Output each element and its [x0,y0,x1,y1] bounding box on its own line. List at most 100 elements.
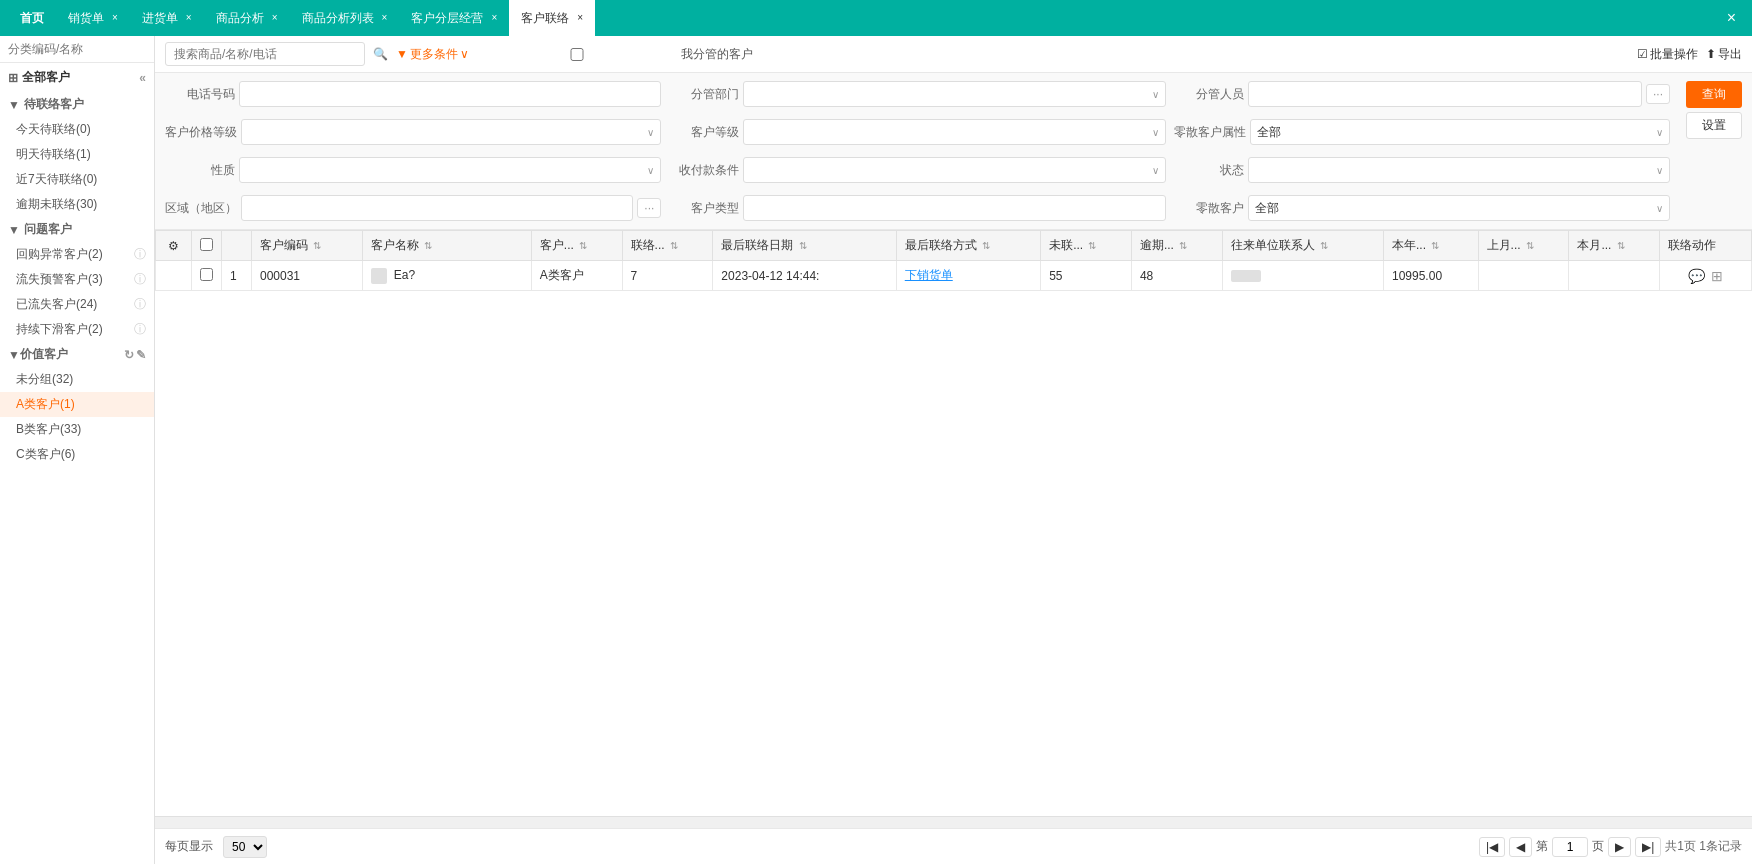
phone-input[interactable] [239,81,661,107]
th-checkbox[interactable] [192,231,222,261]
nav-tab-purchase[interactable]: 进货单 × [130,0,204,36]
nav-home[interactable]: 首页 [8,0,56,36]
page-size-select[interactable]: 50 [223,836,267,858]
page-number-input[interactable] [1552,837,1588,857]
sidebar-item-repeat-abnormal[interactable]: 回购异常客户(2) ⓘ [0,242,154,267]
th-not-contacted[interactable]: 未联... ⇅ [1041,231,1132,261]
page-size-label: 每页显示 [165,838,213,855]
th-last-contact-method[interactable]: 最后联络方式 ⇅ [896,231,1040,261]
sidebar-item-ungrouped[interactable]: 未分组(32) [0,367,154,392]
customer-level-chevron-icon: ∨ [1152,127,1159,138]
th-this-year[interactable]: 本年... ⇅ [1384,231,1479,261]
nav-tab-customer-segment[interactable]: 客户分层经营 × [399,0,509,36]
scroll-inner [155,817,1752,828]
close-icon-customer-contact[interactable]: × [577,0,583,36]
sidebar-search-box[interactable]: 🔍 [0,36,154,63]
refresh-icon[interactable]: ↻ [124,348,134,362]
sidebar-item-class-a[interactable]: A类客户(1) [0,392,154,417]
region-dots-button[interactable]: ··· [637,198,661,218]
customer-level-select[interactable]: ∨ [743,119,1165,145]
th-code[interactable]: 客户编码 ⇅ [252,231,363,261]
phone-label: 电话号码 [165,86,235,103]
person-input[interactable] [1248,81,1642,107]
retail-customer-select[interactable]: 全部 ∨ [1248,195,1670,221]
th-settings[interactable]: ⚙ [156,231,192,261]
th-customer-type[interactable]: 客户... ⇅ [531,231,622,261]
price-level-select[interactable]: ∨ [241,119,661,145]
next-page-button[interactable]: ▶ [1608,837,1631,857]
setting-button[interactable]: 设置 [1686,112,1742,139]
sidebar-item-today[interactable]: 今天待联络(0) [0,117,154,142]
customer-avatar [371,268,387,284]
settings-icon[interactable]: ⚙ [168,239,179,253]
query-button[interactable]: 查询 [1686,81,1742,108]
filter-row-2: 客户价格等级 ∨ 客户等级 ∨ [165,119,1670,145]
nav-tab-goods-analysis[interactable]: 商品分析 × [204,0,290,36]
nature-select[interactable]: ∨ [239,157,661,183]
horizontal-scrollbar[interactable] [155,816,1752,828]
table-row: 1 000031 Ea? A类客户 7 2023-04-12 14:44: 下销… [156,261,1752,291]
th-overdue[interactable]: 逾期... ⇅ [1131,231,1222,261]
nav-tab-customer-contact[interactable]: 客户联络 × [509,0,595,36]
person-dots-button[interactable]: ··· [1646,84,1670,104]
sidebar-item-class-b[interactable]: B类客户(33) [0,417,154,442]
search-input[interactable] [165,42,365,66]
close-all-button[interactable]: × [1719,9,1744,26]
batch-operation-button[interactable]: ☑ 批量操作 [1637,46,1698,63]
sidebar-item-overdue[interactable]: 逾期未联络(30) [0,192,154,217]
sidebar-item-lost[interactable]: 已流失客户(24) ⓘ [0,292,154,317]
td-company-contact [1222,261,1383,291]
payment-terms-select[interactable]: ∨ [743,157,1165,183]
edit-icon[interactable]: ✎ [136,348,146,362]
th-company-contact[interactable]: 往来单位联系人 ⇅ [1222,231,1383,261]
sidebar-search-input[interactable] [8,42,155,56]
more-filter-button[interactable]: ▼ 更多条件 ∨ [396,46,469,63]
customer-table: ⚙ 客户编码 ⇅ 客户名称 ⇅ [155,230,1752,291]
first-page-button[interactable]: |◀ [1479,837,1505,857]
nav-tab-sales[interactable]: 销货单 × [56,0,130,36]
th-name[interactable]: 客户名称 ⇅ [362,231,531,261]
nav-tab-goods-analysis-list[interactable]: 商品分析列表 × [290,0,400,36]
select-all-checkbox[interactable] [200,238,213,251]
sidebar-item-class-c[interactable]: C类客户(6) [0,442,154,467]
sidebar-item-lost-forecast[interactable]: 流失预警客户(3) ⓘ [0,267,154,292]
dept-select[interactable]: ∨ [743,81,1165,107]
close-icon-goods-analysis[interactable]: × [272,0,278,36]
search-button[interactable]: 🔍 [373,47,388,61]
my-customers-checkbox[interactable] [477,48,677,61]
sidebar-item-keep-down[interactable]: 持续下滑客户(2) ⓘ [0,317,154,342]
sidebar-all-customers[interactable]: ⊞ 全部客户 « [0,63,154,92]
sidebar-item-tomorrow[interactable]: 明天待联络(1) [0,142,154,167]
collapse-icon[interactable]: « [139,71,146,85]
td-last-contact-date: 2023-04-12 14:44: [713,261,896,291]
row-checkbox[interactable] [200,268,213,281]
close-icon-sales[interactable]: × [112,0,118,36]
last-page-button[interactable]: ▶| [1635,837,1661,857]
last-contact-method-link[interactable]: 下销货单 [905,268,953,282]
export-button[interactable]: ⬆ 导出 [1706,46,1742,63]
sidebar-item-recent7[interactable]: 近7天待联络(0) [0,167,154,192]
retail-attr-select[interactable]: 全部 ∨ [1250,119,1670,145]
arrow-down-icon-2: ▼ [8,223,20,237]
qr-icon[interactable]: ⊞ [1711,268,1723,284]
region-input[interactable] [241,195,633,221]
th-this-month[interactable]: 本月... ⇅ [1569,231,1660,261]
grid-icon: ⊞ [8,71,18,85]
chat-icon[interactable]: 💬 [1688,268,1705,284]
customer-type-input[interactable] [743,195,1165,221]
action-icons: 💬 ⊞ [1668,268,1743,284]
td-checkbox[interactable] [192,261,222,291]
filter-retail-attr: 零散客户属性 全部 ∨ [1174,119,1670,145]
close-icon-purchase[interactable]: × [186,0,192,36]
prev-page-button[interactable]: ◀ [1509,837,1532,857]
filter-payment-terms: 收付款条件 ∨ [669,157,1165,183]
th-last-contact-date[interactable]: 最后联络日期 ⇅ [713,231,896,261]
th-contact-count[interactable]: 联络... ⇅ [622,231,713,261]
my-customers-checkbox-label[interactable]: 我分管的客户 [477,46,753,63]
td-last-contact-method[interactable]: 下销货单 [896,261,1040,291]
filter-bar: 🔍 ▼ 更多条件 ∨ 我分管的客户 ☑ 批量操作 ⬆ 导出 [155,36,1752,73]
close-icon-customer-segment[interactable]: × [491,0,497,36]
status-select[interactable]: ∨ [1248,157,1670,183]
th-last-month[interactable]: 上月... ⇅ [1478,231,1569,261]
close-icon-goods-analysis-list[interactable]: × [382,0,388,36]
